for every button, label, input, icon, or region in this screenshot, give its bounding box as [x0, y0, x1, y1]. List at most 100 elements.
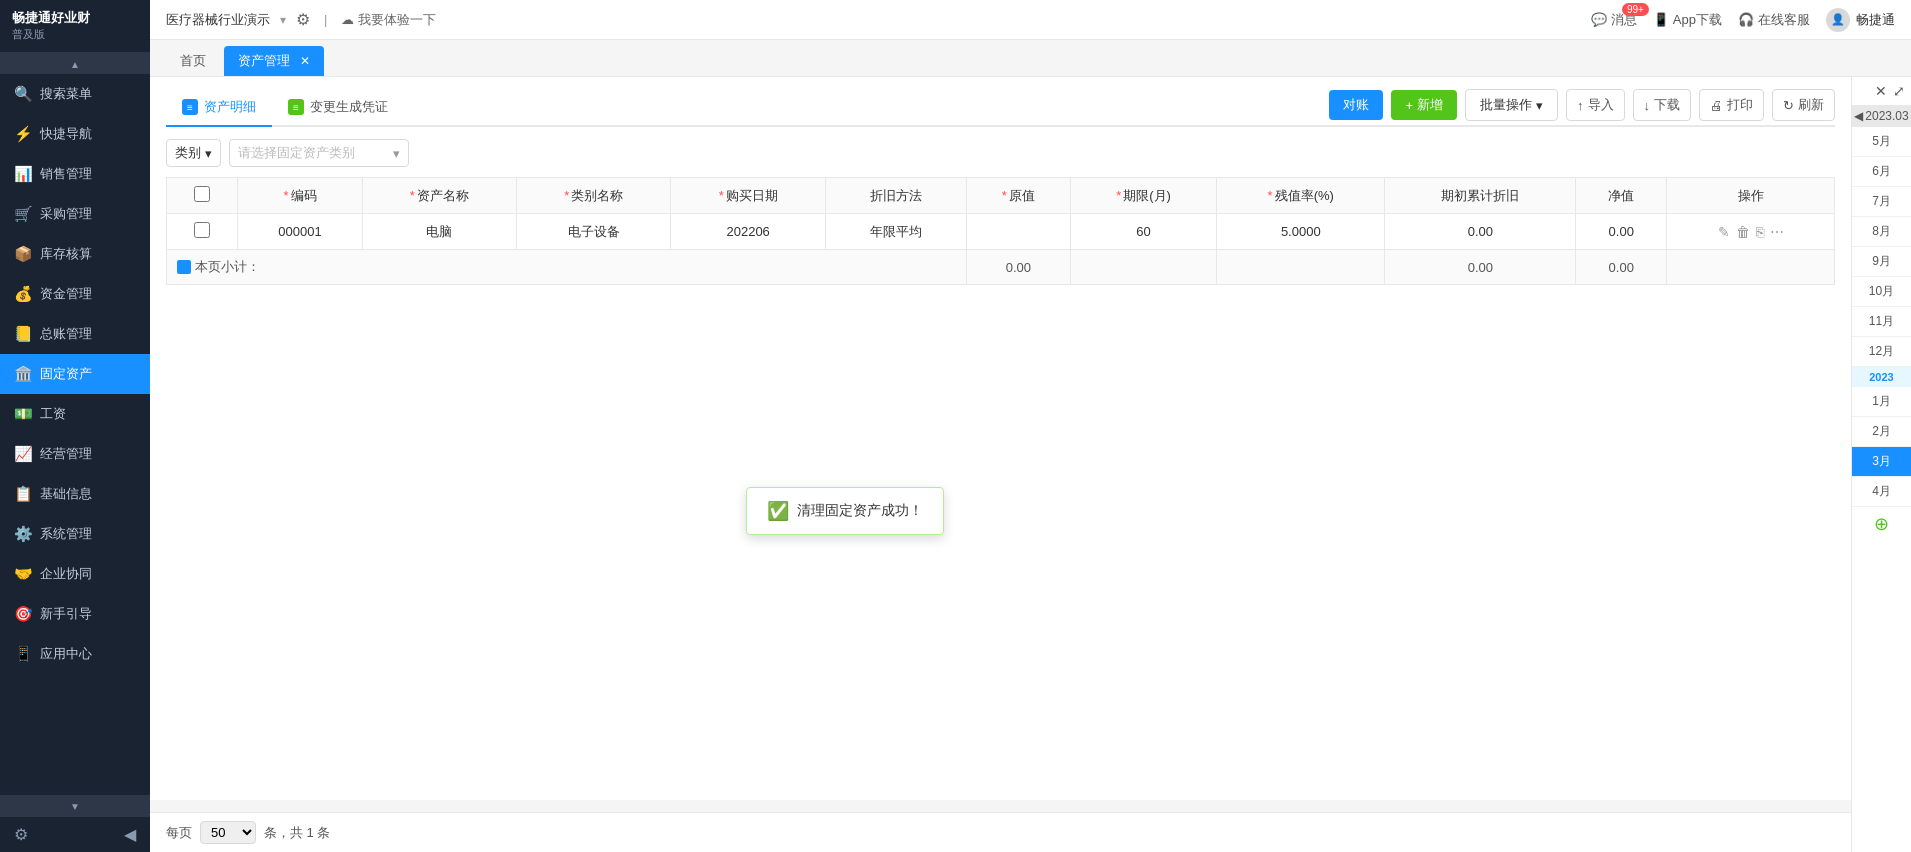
export-btn[interactable]: ↑ 导入 — [1566, 89, 1625, 121]
th-checkbox — [167, 178, 238, 214]
sidebar-item-purchase[interactable]: 🛒 采购管理 — [0, 194, 150, 234]
sidebar-item-guide[interactable]: 🎯 新手引导 — [0, 594, 150, 634]
collapse-icon[interactable]: ◀ — [124, 825, 136, 844]
sidebar-item-finance[interactable]: 💰 资金管理 — [0, 274, 150, 314]
new-btn[interactable]: + 新增 — [1391, 90, 1457, 120]
sidebar-item-payroll[interactable]: 💵 工资 — [0, 394, 150, 434]
sidebar-item-ledger[interactable]: 📒 总账管理 — [0, 314, 150, 354]
subtotal-initial-accum-depr: 0.00 — [1385, 250, 1576, 285]
sub-tab-asset-detail[interactable]: ≡ 资产明细 — [166, 89, 272, 127]
app-download-btn[interactable]: 📱 App下载 — [1653, 11, 1722, 29]
subtotal-original-value: 0.00 — [966, 250, 1070, 285]
print-btn[interactable]: 🖨 打印 — [1699, 89, 1764, 121]
right-panel-close-btn[interactable]: ✕ — [1873, 81, 1889, 101]
inner-content: ≡ 资产明细 ≡ 变更生成凭证 对账 + 新增 — [150, 77, 1851, 800]
sidebar-item-operations[interactable]: 📈 经营管理 — [0, 434, 150, 474]
th-name: *资产名称 — [362, 178, 516, 214]
change-voucher-tab-icon: ≡ — [288, 99, 304, 115]
tab-asset-mgmt[interactable]: 资产管理 ✕ — [224, 46, 324, 76]
horizontal-scrollbar[interactable] — [150, 800, 1851, 812]
th-purchase-date: *购买日期 — [671, 178, 825, 214]
inventory-icon: 📦 — [14, 245, 32, 263]
month-1[interactable]: 1月 — [1852, 387, 1911, 417]
user-area[interactable]: 👤 畅捷通 — [1826, 8, 1895, 32]
subtotal-icon — [177, 260, 191, 274]
quick-nav-icon: ⚡ — [14, 125, 32, 143]
row-checkbox[interactable] — [194, 222, 210, 238]
filter-bar: 类别 ▾ 请选择固定资产类别 ▾ — [166, 139, 1835, 167]
company-dropdown-icon[interactable]: ▾ — [280, 13, 286, 27]
month-7[interactable]: 7月 — [1852, 187, 1911, 217]
sidebar-item-cooperation[interactable]: 🤝 企业协同 — [0, 554, 150, 594]
divider: | — [324, 12, 327, 27]
online-service-btn[interactable]: 🎧 在线客服 — [1738, 11, 1810, 29]
sidebar-item-basic-info[interactable]: 📋 基础信息 — [0, 474, 150, 514]
td-category: 电子设备 — [517, 214, 671, 250]
sub-tab-change-voucher[interactable]: ≡ 变更生成凭证 — [272, 89, 404, 127]
tab-close-icon[interactable]: ✕ — [300, 54, 310, 68]
message-btn[interactable]: 💬 消息 99+ — [1591, 11, 1637, 29]
td-residual-rate: 5.0000 — [1217, 214, 1385, 250]
more-icon[interactable]: ⋯ — [1770, 224, 1784, 240]
guide-icon: 🎯 — [14, 605, 32, 623]
sidebar-item-app-center[interactable]: 📱 应用中心 — [0, 634, 150, 674]
topbar: 医疗器械行业演示 ▾ ⚙ | ☁ 我要体验一下 💬 消息 99+ 📱 App下载… — [150, 0, 1911, 40]
th-original-value: *原值 — [966, 178, 1070, 214]
month-12[interactable]: 12月 — [1852, 337, 1911, 367]
category-filter-select[interactable]: 类别 ▾ — [166, 139, 221, 167]
plus-icon: + — [1405, 98, 1413, 113]
sidebar-item-quick-nav[interactable]: ⚡ 快捷导航 — [0, 114, 150, 154]
tabbar: 首页 资产管理 ✕ — [150, 40, 1911, 77]
month-5[interactable]: 5月 — [1852, 127, 1911, 157]
down-circle-icon: ⊕ — [1874, 514, 1889, 534]
right-panel-header[interactable]: ◀ 2023.03 — [1852, 105, 1911, 127]
month-3-current[interactable]: 3月 — [1852, 447, 1911, 477]
month-10[interactable]: 10月 — [1852, 277, 1911, 307]
settings-icon[interactable]: ⚙ — [14, 825, 28, 844]
sidebar-header: 畅捷通好业财 普及版 — [0, 0, 150, 53]
month-6[interactable]: 6月 — [1852, 157, 1911, 187]
subtotal-net-value: 0.00 — [1576, 250, 1667, 285]
download-btn[interactable]: ↓ 下载 — [1633, 89, 1692, 121]
ledger-icon: 📒 — [14, 325, 32, 343]
reconcile-btn[interactable]: 对账 — [1329, 90, 1383, 120]
down-arrow-area[interactable]: ⊕ — [1852, 507, 1911, 541]
delete-icon[interactable]: 🗑 — [1736, 224, 1750, 240]
sub-tab-asset-detail-label: 资产明细 — [204, 98, 256, 116]
subtotal-residual — [1217, 250, 1385, 285]
edit-icon[interactable]: ✎ — [1718, 224, 1730, 240]
sidebar-item-sales[interactable]: 📊 销售管理 — [0, 154, 150, 194]
batch-btn[interactable]: 批量操作 ▾ — [1465, 89, 1558, 121]
payroll-icon: 💵 — [14, 405, 32, 423]
refresh-btn[interactable]: ↻ 刷新 — [1772, 89, 1835, 121]
app-download-label: App下载 — [1673, 11, 1722, 29]
subtotal-period — [1070, 250, 1216, 285]
select-all-checkbox[interactable] — [194, 186, 210, 202]
settings-gear-icon[interactable]: ⚙ — [296, 10, 310, 29]
print-label: 打印 — [1727, 96, 1753, 114]
sidebar-scroll-up[interactable]: ▲ — [0, 53, 150, 74]
filter-left: 类别 ▾ 请选择固定资产类别 ▾ — [166, 139, 409, 167]
category-filter-input[interactable]: 请选择固定资产类别 ▾ — [229, 139, 409, 167]
download-icon: 📱 — [1653, 12, 1669, 27]
page-size-select[interactable]: 50 100 200 — [200, 821, 256, 844]
sidebar-item-fixed-assets[interactable]: 🏛️ 固定资产 — [0, 354, 150, 394]
category-filter-label: 类别 — [175, 144, 201, 162]
month-9[interactable]: 9月 — [1852, 247, 1911, 277]
month-2[interactable]: 2月 — [1852, 417, 1911, 447]
sidebar-scroll-down[interactable]: ▼ — [0, 795, 150, 816]
experience-text[interactable]: 我要体验一下 — [358, 11, 436, 29]
sidebar-item-system[interactable]: ⚙️ 系统管理 — [0, 514, 150, 554]
copy-icon[interactable]: ⎘ — [1756, 224, 1764, 240]
search-icon: 🔍 — [14, 85, 32, 103]
right-panel-expand-btn[interactable]: ⤢ — [1891, 81, 1907, 101]
tab-home[interactable]: 首页 — [166, 46, 220, 76]
sidebar-item-inventory[interactable]: 📦 库存核算 — [0, 234, 150, 274]
month-8[interactable]: 8月 — [1852, 217, 1911, 247]
message-badge: 99+ — [1622, 3, 1649, 16]
subtotal-row: 本页小计： 0.00 0.00 0.00 — [167, 250, 1835, 285]
sidebar-item-search[interactable]: 🔍 搜索菜单 — [0, 74, 150, 114]
month-11[interactable]: 11月 — [1852, 307, 1911, 337]
refresh-icon: ↻ — [1783, 98, 1794, 113]
month-4[interactable]: 4月 — [1852, 477, 1911, 507]
